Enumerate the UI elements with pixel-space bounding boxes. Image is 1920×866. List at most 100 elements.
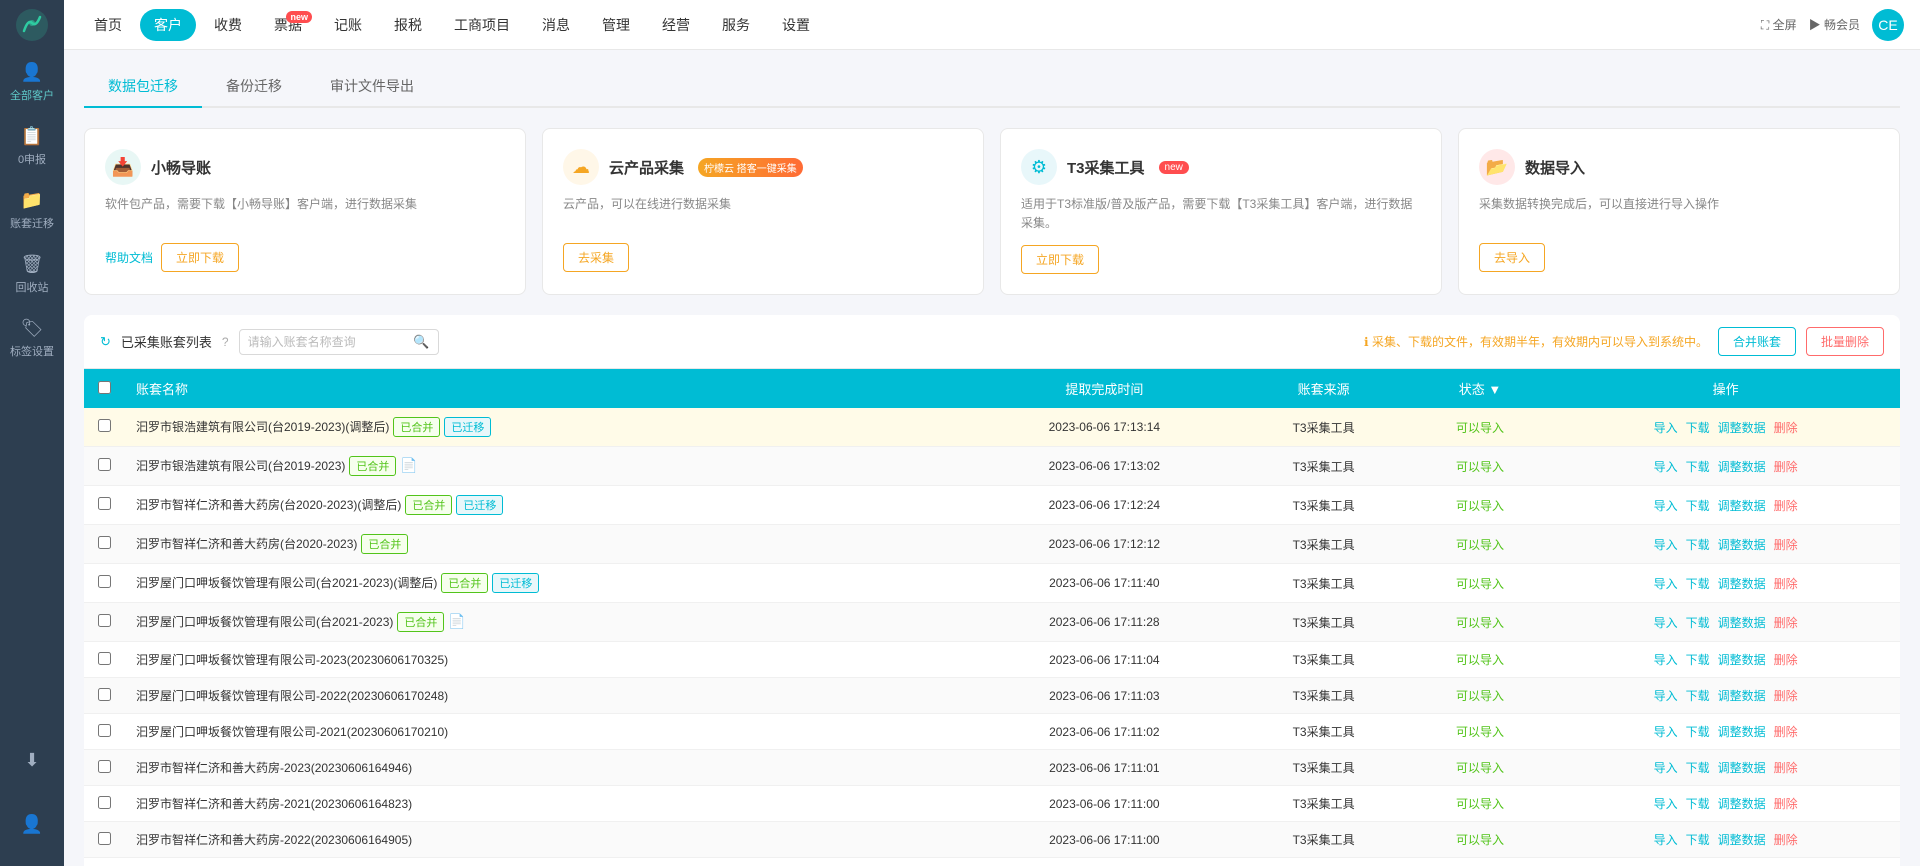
sidebar-item-all-clients[interactable]: 👤 全部客户	[0, 50, 64, 114]
row-action-导入[interactable]: 导入	[1654, 653, 1678, 667]
nav-invoice[interactable]: 票据 new	[260, 9, 316, 41]
row-action-调整数据[interactable]: 调整数据	[1718, 725, 1766, 739]
nav-accounting[interactable]: 记账	[320, 9, 376, 41]
select-all-checkbox[interactable]	[98, 381, 111, 394]
row-action-下载[interactable]: 下载	[1686, 538, 1710, 552]
nav-industry[interactable]: 工商项目	[440, 9, 524, 41]
sidebar-item-recycle[interactable]: 🗑 回收站	[0, 242, 64, 306]
row-action-调整数据[interactable]: 调整数据	[1718, 499, 1766, 513]
row-checkbox[interactable]	[98, 724, 111, 737]
row-action-删除[interactable]: 删除	[1774, 761, 1798, 775]
row-action-调整数据[interactable]: 调整数据	[1718, 761, 1766, 775]
row-checkbox[interactable]	[98, 536, 111, 549]
help-icon[interactable]: ?	[222, 335, 229, 349]
row-checkbox[interactable]	[98, 760, 111, 773]
row-action-删除[interactable]: 删除	[1774, 460, 1798, 474]
row-action-下载[interactable]: 下载	[1686, 833, 1710, 847]
row-action-下载[interactable]: 下载	[1686, 616, 1710, 630]
row-action-下载[interactable]: 下载	[1686, 725, 1710, 739]
row-checkbox[interactable]	[98, 688, 111, 701]
nav-operation[interactable]: 经营	[648, 9, 704, 41]
download-t3-btn[interactable]: 立即下载	[1021, 245, 1099, 274]
row-action-下载[interactable]: 下载	[1686, 577, 1710, 591]
row-checkbox[interactable]	[98, 614, 111, 627]
row-action-调整数据[interactable]: 调整数据	[1718, 797, 1766, 811]
row-action-删除[interactable]: 删除	[1774, 833, 1798, 847]
row-action-调整数据[interactable]: 调整数据	[1718, 421, 1766, 435]
row-checkbox[interactable]	[98, 419, 111, 432]
row-action-导入[interactable]: 导入	[1654, 797, 1678, 811]
tab-backup-migrate[interactable]: 备份迁移	[202, 66, 306, 108]
search-icon[interactable]: 🔍	[413, 334, 429, 350]
row-checkbox[interactable]	[98, 652, 111, 665]
nav-home[interactable]: 首页	[80, 9, 136, 41]
row-checkbox[interactable]	[98, 832, 111, 845]
sidebar-item-download[interactable]: ⬇	[0, 728, 64, 792]
refresh-icon[interactable]: ↻	[100, 334, 111, 350]
row-action-导入[interactable]: 导入	[1654, 833, 1678, 847]
row-action-调整数据[interactable]: 调整数据	[1718, 616, 1766, 630]
row-action-下载[interactable]: 下载	[1686, 689, 1710, 703]
row-action-导入[interactable]: 导入	[1654, 689, 1678, 703]
row-action-调整数据[interactable]: 调整数据	[1718, 689, 1766, 703]
batch-del-btn[interactable]: 批量删除	[1806, 327, 1884, 356]
nav-settings[interactable]: 设置	[768, 9, 824, 41]
nav-tax[interactable]: 报税	[380, 9, 436, 41]
nav-message[interactable]: 消息	[528, 9, 584, 41]
row-checkbox[interactable]	[98, 575, 111, 588]
row-action-删除[interactable]: 删除	[1774, 725, 1798, 739]
row-action-调整数据[interactable]: 调整数据	[1718, 538, 1766, 552]
row-action-下载[interactable]: 下载	[1686, 460, 1710, 474]
row-action-调整数据[interactable]: 调整数据	[1718, 460, 1766, 474]
row-action-导入[interactable]: 导入	[1654, 538, 1678, 552]
sidebar-item-user[interactable]: 👤	[0, 792, 64, 856]
search-input[interactable]	[248, 335, 408, 349]
row-action-删除[interactable]: 删除	[1774, 577, 1798, 591]
row-action-调整数据[interactable]: 调整数据	[1718, 833, 1766, 847]
row-action-导入[interactable]: 导入	[1654, 499, 1678, 513]
row-action-删除[interactable]: 删除	[1774, 616, 1798, 630]
nav-manage[interactable]: 管理	[588, 9, 644, 41]
col-status[interactable]: 状态 ▼	[1409, 369, 1552, 408]
app-logo[interactable]	[0, 0, 64, 50]
vip-btn[interactable]: ▶ 畅会员	[1809, 16, 1860, 33]
row-action-删除[interactable]: 删除	[1774, 797, 1798, 811]
tab-audit-export[interactable]: 审计文件导出	[306, 66, 438, 108]
row-action-删除[interactable]: 删除	[1774, 689, 1798, 703]
nav-client[interactable]: 客户	[140, 9, 196, 41]
row-action-导入[interactable]: 导入	[1654, 761, 1678, 775]
row-checkbox[interactable]	[98, 796, 111, 809]
row-action-删除[interactable]: 删除	[1774, 499, 1798, 513]
row-action-下载[interactable]: 下载	[1686, 761, 1710, 775]
tab-data-migrate[interactable]: 数据包迁移	[84, 66, 202, 108]
row-action-下载[interactable]: 下载	[1686, 421, 1710, 435]
row-action-下载[interactable]: 下载	[1686, 797, 1710, 811]
help-doc-btn[interactable]: 帮助文档	[105, 249, 153, 266]
row-action-调整数据[interactable]: 调整数据	[1718, 653, 1766, 667]
row-action-删除[interactable]: 删除	[1774, 421, 1798, 435]
sidebar-item-zero-report[interactable]: 📋 0申报	[0, 114, 64, 178]
go-import-btn[interactable]: 去导入	[1479, 243, 1545, 272]
row-checkbox[interactable]	[98, 497, 111, 510]
row-action-导入[interactable]: 导入	[1654, 616, 1678, 630]
row-action-删除[interactable]: 删除	[1774, 538, 1798, 552]
row-action-导入[interactable]: 导入	[1654, 460, 1678, 474]
row-action-导入[interactable]: 导入	[1654, 577, 1678, 591]
download-now-btn[interactable]: 立即下载	[161, 243, 239, 272]
nav-service[interactable]: 服务	[708, 9, 764, 41]
row-action-下载[interactable]: 下载	[1686, 653, 1710, 667]
nav-fee[interactable]: 收费	[200, 9, 256, 41]
row-action-调整数据[interactable]: 调整数据	[1718, 577, 1766, 591]
row-action-导入[interactable]: 导入	[1654, 421, 1678, 435]
avatar[interactable]: CE	[1872, 9, 1904, 41]
row-file-icon[interactable]: 📄	[400, 457, 417, 473]
row-checkbox[interactable]	[98, 458, 111, 471]
row-action-导入[interactable]: 导入	[1654, 725, 1678, 739]
fullscreen-btn[interactable]: ⛶ 全屏	[1761, 16, 1797, 33]
row-file-icon[interactable]: 📄	[448, 613, 465, 629]
go-collect-btn[interactable]: 去采集	[563, 243, 629, 272]
sidebar-item-account-migrate[interactable]: 📁 账套迁移	[0, 178, 64, 242]
row-action-删除[interactable]: 删除	[1774, 653, 1798, 667]
sidebar-item-tag-settings[interactable]: 🏷 标签设置	[0, 306, 64, 370]
merge-btn[interactable]: 合并账套	[1718, 327, 1796, 356]
